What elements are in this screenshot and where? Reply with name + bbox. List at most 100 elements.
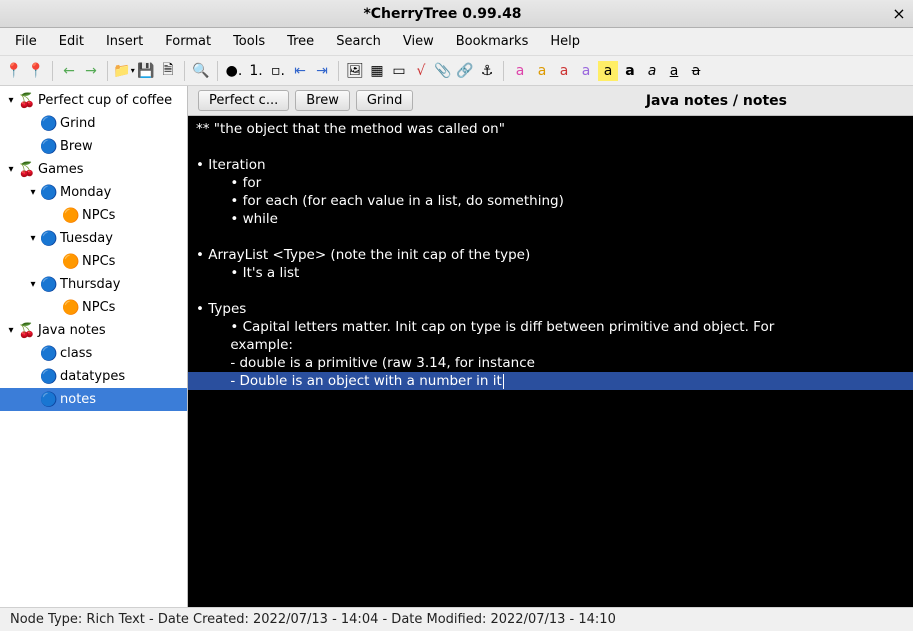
italic-icon[interactable]: a [642, 61, 662, 81]
close-icon[interactable]: × [885, 4, 913, 23]
format-a1-icon[interactable]: a [510, 61, 530, 81]
node-icon: 🟠 [62, 254, 80, 270]
nav-back-icon[interactable]: ← [59, 61, 79, 81]
node-icon: 🟠 [62, 208, 80, 224]
editor-line[interactable]: • Iteration [196, 156, 903, 174]
pin-red-icon[interactable]: 📍 [4, 61, 24, 81]
node-label: datatypes [58, 369, 125, 384]
bullet-list-icon[interactable]: ●. [224, 61, 244, 81]
tree-panel[interactable]: ▾🍒Perfect cup of coffee🔵Grind🔵Brew▾🍒Game… [0, 86, 188, 607]
node-icon: 🔵 [40, 369, 58, 385]
editor-line[interactable]: ** "the object that the method was calle… [196, 120, 903, 138]
expand-icon[interactable]: ▾ [26, 233, 40, 244]
node-label: NPCs [80, 208, 115, 223]
folder-icon[interactable]: 📁▾ [114, 61, 134, 81]
node-label: Perfect cup of coffee [36, 93, 172, 108]
editor[interactable]: ** "the object that the method was calle… [188, 116, 913, 607]
numbered-list-icon[interactable]: 1. [246, 61, 266, 81]
menu-bookmarks[interactable]: Bookmarks [447, 31, 538, 52]
tree-item-npcs[interactable]: 🟠NPCs [0, 204, 187, 227]
expand-icon[interactable]: ▾ [26, 187, 40, 198]
expand-icon[interactable]: ▾ [4, 325, 18, 336]
editor-line[interactable]: • It's a list [196, 264, 903, 282]
menu-search[interactable]: Search [327, 31, 390, 52]
menu-edit[interactable]: Edit [50, 31, 93, 52]
node-icon: 🔵 [40, 392, 58, 408]
editor-line[interactable]: • Types [196, 300, 903, 318]
node-label: Thursday [58, 277, 120, 292]
tree-item-java-notes[interactable]: ▾🍒Java notes [0, 319, 187, 342]
recent-node-button[interactable]: Grind [356, 90, 414, 111]
tree-item-tuesday[interactable]: ▾🔵Tuesday [0, 227, 187, 250]
pin-green-icon[interactable]: 📍 [26, 61, 46, 81]
editor-line[interactable]: example: [196, 336, 903, 354]
node-label: Tuesday [58, 231, 113, 246]
format-a5-icon[interactable]: a [598, 61, 618, 81]
tree-item-perfect-cup-of-coffee[interactable]: ▾🍒Perfect cup of coffee [0, 89, 187, 112]
strikethrough-icon[interactable]: a [686, 61, 706, 81]
tree-item-npcs[interactable]: 🟠NPCs [0, 250, 187, 273]
editor-line[interactable]: • ArrayList <Type> (note the init cap of… [196, 246, 903, 264]
editor-line[interactable] [196, 138, 903, 156]
insert-equation-icon[interactable]: √ [411, 61, 431, 81]
attach-icon[interactable]: 📎 [433, 61, 453, 81]
anchor-icon[interactable]: ⚓ [477, 61, 497, 81]
tree-item-games[interactable]: ▾🍒Games [0, 158, 187, 181]
editor-line[interactable] [196, 282, 903, 300]
separator [503, 61, 504, 81]
insert-table-icon[interactable]: ▦ [367, 61, 387, 81]
indent-icon[interactable]: ⇥ [312, 61, 332, 81]
export-icon[interactable]: 🗎 [158, 61, 178, 81]
format-a3-icon[interactable]: a [554, 61, 574, 81]
recent-node-button[interactable]: Perfect c... [198, 90, 289, 111]
tree-item-npcs[interactable]: 🟠NPCs [0, 296, 187, 319]
separator [338, 61, 339, 81]
editor-line[interactable]: • for [196, 174, 903, 192]
insert-codebox-icon[interactable]: ▭ [389, 61, 409, 81]
expand-icon[interactable]: ▾ [26, 279, 40, 290]
outdent-icon[interactable]: ⇤ [290, 61, 310, 81]
link-icon[interactable]: 🔗 [455, 61, 475, 81]
menu-format[interactable]: Format [156, 31, 220, 52]
node-icon: 🍒 [18, 93, 36, 109]
bold-icon[interactable]: a [620, 61, 640, 81]
editor-line[interactable]: • Capital letters matter. Init cap on ty… [196, 318, 903, 336]
save-icon[interactable]: 💾 [136, 61, 156, 81]
editor-line[interactable] [196, 228, 903, 246]
tree-item-datatypes[interactable]: 🔵datatypes [0, 365, 187, 388]
editor-line[interactable]: • while [196, 210, 903, 228]
separator [217, 61, 218, 81]
node-label: notes [58, 392, 96, 407]
nav-forward-icon[interactable]: → [81, 61, 101, 81]
node-label: class [58, 346, 92, 361]
node-icon: 🔵 [40, 231, 58, 247]
menu-tools[interactable]: Tools [224, 31, 274, 52]
menu-file[interactable]: File [6, 31, 46, 52]
format-a4-icon[interactable]: a [576, 61, 596, 81]
titlebar: *CherryTree 0.99.48 × [0, 0, 913, 28]
separator [52, 61, 53, 81]
recent-node-button[interactable]: Brew [295, 90, 350, 111]
expand-icon[interactable]: ▾ [4, 95, 18, 106]
menu-tree[interactable]: Tree [278, 31, 323, 52]
check-list-icon[interactable]: ▫. [268, 61, 288, 81]
editor-line[interactable]: - double is a primitive (raw 3.14, for i… [196, 354, 903, 372]
editor-line[interactable]: • for each (for each value in a list, do… [196, 192, 903, 210]
menu-view[interactable]: View [394, 31, 443, 52]
tree-item-grind[interactable]: 🔵Grind [0, 112, 187, 135]
expand-icon[interactable]: ▾ [4, 164, 18, 175]
tree-item-class[interactable]: 🔵class [0, 342, 187, 365]
editor-line[interactable]: - Double is an object with a number in i… [188, 372, 913, 390]
node-label: Monday [58, 185, 111, 200]
tree-item-notes[interactable]: 🔵notes [0, 388, 187, 411]
find-icon[interactable]: 🔍 [191, 61, 211, 81]
menu-insert[interactable]: Insert [97, 31, 152, 52]
insert-image-icon[interactable]: 🖼 [345, 61, 365, 81]
tree-item-brew[interactable]: 🔵Brew [0, 135, 187, 158]
separator [107, 61, 108, 81]
underline-icon[interactable]: a [664, 61, 684, 81]
format-a2-icon[interactable]: a [532, 61, 552, 81]
tree-item-monday[interactable]: ▾🔵Monday [0, 181, 187, 204]
tree-item-thursday[interactable]: ▾🔵Thursday [0, 273, 187, 296]
menu-help[interactable]: Help [541, 31, 589, 52]
